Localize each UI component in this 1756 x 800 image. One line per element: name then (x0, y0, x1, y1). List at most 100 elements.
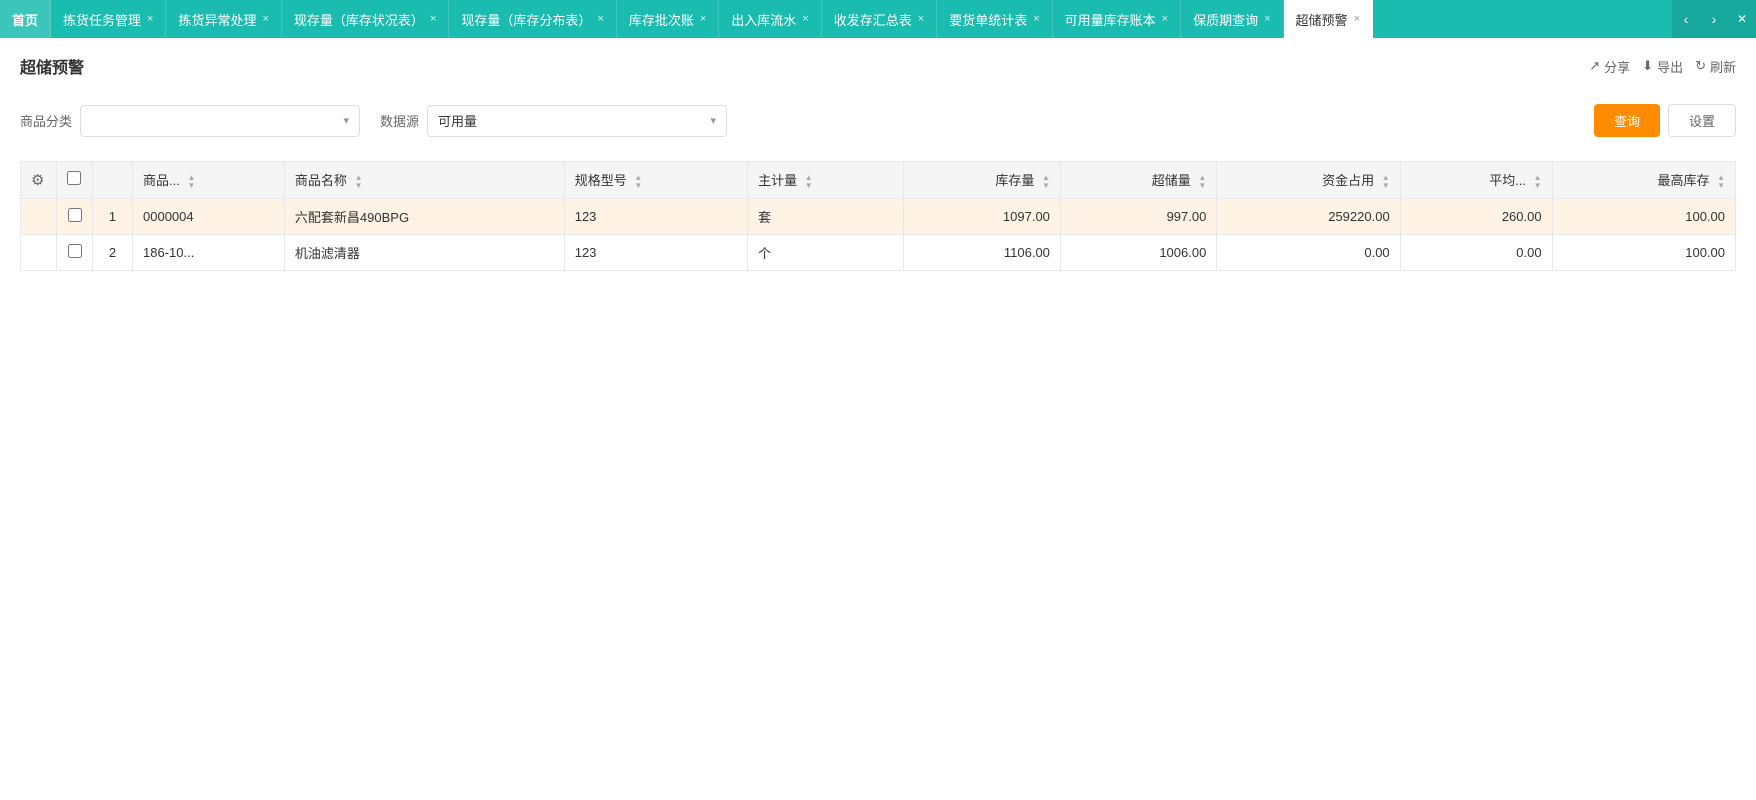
row-checkbox-0[interactable] (68, 208, 82, 222)
refresh-button[interactable]: ↻ 刷新 (1695, 57, 1736, 76)
nav-item-order-stats[interactable]: 要货单统计表 × (937, 0, 1052, 38)
nav-item-label: 库存批次账 (629, 10, 694, 29)
td-max-stock-1: 100.00 (1552, 234, 1735, 270)
td-num-0: 1 (93, 198, 133, 234)
datasource-arrow-icon: ▾ (711, 114, 717, 127)
sort-icon-unit: ▲▼ (805, 174, 813, 190)
nav-item-abnormal[interactable]: 拣货异常处理 × (166, 0, 281, 38)
td-max-stock-0: 100.00 (1552, 198, 1735, 234)
td-overstock-1: 1006.00 (1060, 234, 1216, 270)
th-overstock[interactable]: 超储量 ▲▼ (1060, 162, 1216, 199)
th-avg[interactable]: 平均... ▲▼ (1400, 162, 1552, 199)
nav-home[interactable]: 首页 (0, 0, 51, 38)
td-product-name-1: 机油滤清器 (284, 234, 564, 270)
td-spec-0: 123 (564, 198, 747, 234)
sort-icon-max-stock: ▲▼ (1717, 174, 1725, 190)
nav-item-label: 要货单统计表 (949, 10, 1027, 29)
nav-close-overstock[interactable]: × (1354, 13, 1360, 25)
th-gear: ⚙ (21, 162, 57, 199)
th-capital[interactable]: 资金占用 ▲▼ (1217, 162, 1400, 199)
nav-close-available-account[interactable]: × (1162, 13, 1168, 25)
sort-icon-stock: ▲▼ (1042, 174, 1050, 190)
nav-item-label: 可用量库存账本 (1065, 10, 1156, 29)
sort-icon-product-code: ▲▼ (187, 174, 195, 190)
table-row: 2 186-10... 机油滤清器 123 个 1106.00 1006.00 … (21, 234, 1736, 270)
nav-item-inout-flow[interactable]: 出入库流水 × (719, 0, 821, 38)
td-stock-1: 1106.00 (904, 234, 1060, 270)
td-capital-1: 0.00 (1217, 234, 1400, 270)
td-gear-0 (21, 198, 57, 234)
nav-arrow-close[interactable]: ✕ (1728, 0, 1756, 38)
nav-item-label: 保质期查询 (1193, 10, 1258, 29)
settings-button[interactable]: 设置 (1668, 104, 1736, 137)
td-gear-1 (21, 234, 57, 270)
header-actions: ↗ 分享 ⬇ 导出 ↻ 刷新 (1589, 57, 1736, 76)
th-product-name[interactable]: 商品名称 ▲▼ (284, 162, 564, 199)
top-nav: 首页 拣货任务管理×拣货异常处理×现存量（库存状况表）×现存量（库存分布表）×库… (0, 0, 1756, 38)
export-icon: ⬇ (1642, 58, 1653, 74)
nav-item-label: 收发存汇总表 (834, 10, 912, 29)
nav-close-inventory-dist[interactable]: × (597, 13, 603, 25)
nav-item-shelf-life[interactable]: 保质期查询 × (1181, 0, 1283, 38)
data-table: ⚙ 商品... ▲▼ 商品名称 ▲▼ 规格型号 ▲▼ (20, 161, 1736, 271)
nav-item-label: 出入库流水 (731, 10, 796, 29)
td-product-code-1: 186-10... (133, 234, 285, 270)
row-checkbox-1[interactable] (68, 244, 82, 258)
th-unit[interactable]: 主计量 ▲▼ (748, 162, 904, 199)
td-avg-0: 260.00 (1400, 198, 1552, 234)
nav-item-inventory-status[interactable]: 现存量（库存状况表）× (282, 0, 449, 38)
nav-close-batch[interactable]: × (700, 13, 706, 25)
sort-icon-overstock: ▲▼ (1198, 174, 1206, 190)
th-stock[interactable]: 库存量 ▲▼ (904, 162, 1060, 199)
nav-close-inventory-status[interactable]: × (430, 13, 436, 25)
gear-icon[interactable]: ⚙ (31, 172, 44, 189)
datasource-value: 可用量 (438, 111, 477, 130)
table-header-row: ⚙ 商品... ▲▼ 商品名称 ▲▼ 规格型号 ▲▼ (21, 162, 1736, 199)
nav-item-label: 超储预警 (1296, 10, 1348, 29)
category-filter-group: 商品分类 ▾ (20, 105, 360, 137)
nav-close-inout-flow[interactable]: × (802, 13, 808, 25)
refresh-icon: ↻ (1695, 58, 1706, 74)
filter-area: 商品分类 ▾ 数据源 可用量 ▾ 查询 设置 (20, 94, 1736, 147)
nav-item-label: 拣货任务管理 (63, 10, 141, 29)
nav-close-shelf-life[interactable]: × (1264, 13, 1270, 25)
share-button[interactable]: ↗ 分享 (1589, 57, 1630, 76)
td-check-1[interactable] (57, 234, 93, 270)
page-content: 超储预警 ↗ 分享 ⬇ 导出 ↻ 刷新 商品分类 ▾ 数据源 (0, 38, 1756, 800)
nav-item-available-account[interactable]: 可用量库存账本 × (1053, 0, 1181, 38)
nav-item-receipt-summary[interactable]: 收发存汇总表 × (822, 0, 937, 38)
td-product-name-0: 六配套新昌490BPG (284, 198, 564, 234)
nav-close-task-mgmt[interactable]: × (147, 13, 153, 25)
td-avg-1: 0.00 (1400, 234, 1552, 270)
nav-close-receipt-summary[interactable]: × (918, 13, 924, 25)
td-num-1: 2 (93, 234, 133, 270)
datasource-filter-group: 数据源 可用量 ▾ (380, 105, 727, 137)
th-max-stock[interactable]: 最高库存 ▲▼ (1552, 162, 1735, 199)
export-button[interactable]: ⬇ 导出 (1642, 57, 1683, 76)
datasource-select[interactable]: 可用量 ▾ (427, 105, 727, 137)
sort-icon-avg: ▲▼ (1534, 174, 1542, 190)
category-select[interactable]: ▾ (80, 105, 360, 137)
share-icon: ↗ (1589, 58, 1600, 74)
nav-arrow-left[interactable]: ‹ (1672, 0, 1700, 38)
td-unit-0: 套 (748, 198, 904, 234)
nav-close-order-stats[interactable]: × (1033, 13, 1039, 25)
select-all-checkbox[interactable] (67, 171, 81, 185)
th-spec[interactable]: 规格型号 ▲▼ (564, 162, 747, 199)
nav-item-label: 拣货异常处理 (178, 10, 256, 29)
th-product-code[interactable]: 商品... ▲▼ (133, 162, 285, 199)
table-row: 1 0000004 六配套新昌490BPG 123 套 1097.00 997.… (21, 198, 1736, 234)
nav-arrow-right[interactable]: › (1700, 0, 1728, 38)
nav-item-overstock[interactable]: 超储预警 × (1284, 0, 1373, 38)
nav-close-abnormal[interactable]: × (262, 13, 268, 25)
nav-item-inventory-dist[interactable]: 现存量（库存分布表） × (449, 0, 616, 38)
td-overstock-0: 997.00 (1060, 198, 1216, 234)
filter-actions: 查询 设置 (1594, 104, 1736, 137)
nav-item-label: 现存量（库存分布表） (461, 10, 591, 29)
query-button[interactable]: 查询 (1594, 104, 1660, 137)
td-check-0[interactable] (57, 198, 93, 234)
page-title: 超储预警 (20, 54, 84, 78)
nav-item-task-mgmt[interactable]: 拣货任务管理 × (51, 0, 166, 38)
td-spec-1: 123 (564, 234, 747, 270)
nav-item-batch[interactable]: 库存批次账 × (617, 0, 719, 38)
